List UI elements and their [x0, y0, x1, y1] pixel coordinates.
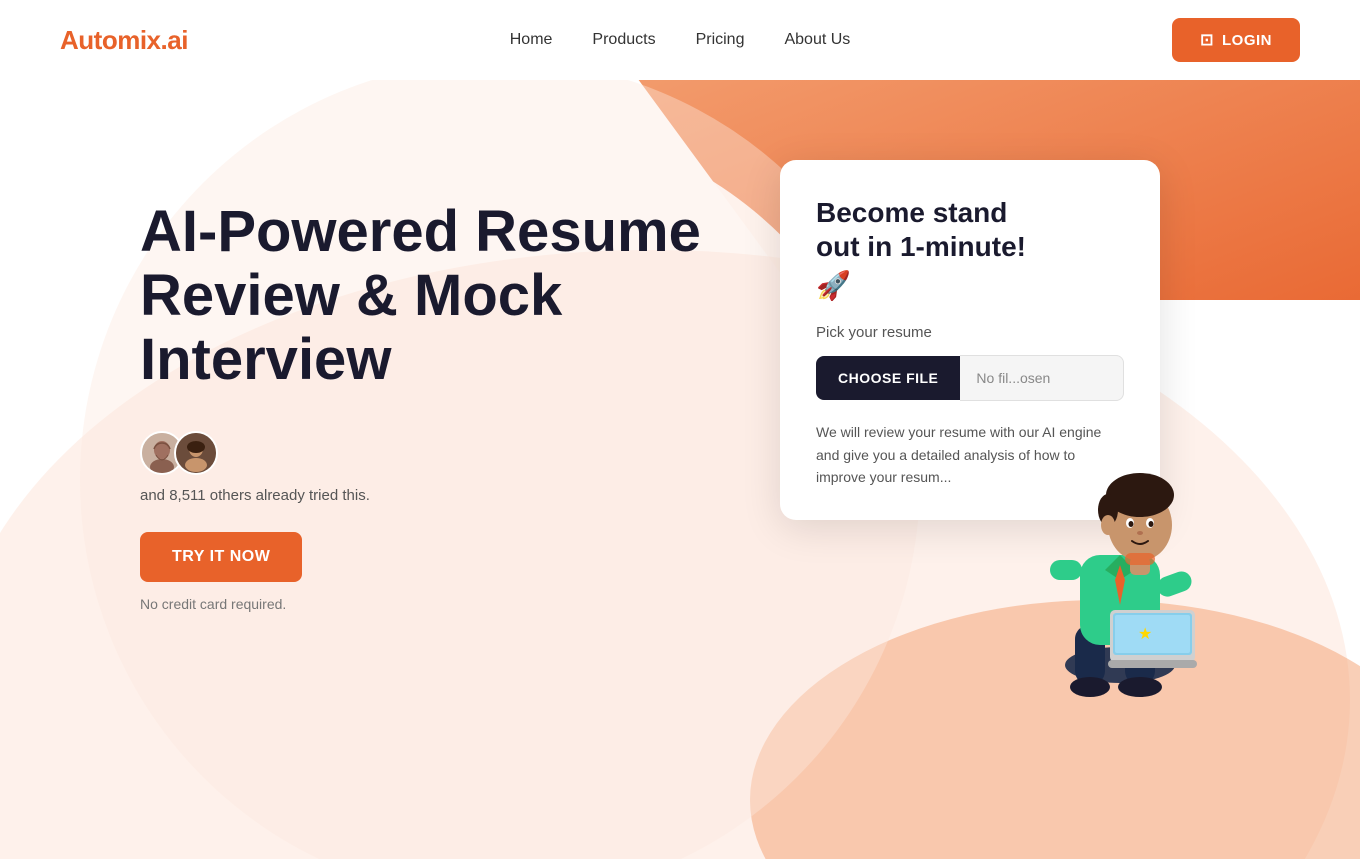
navbar: Automix.ai Home Products Pricing About U…: [0, 0, 1360, 80]
card-title: Become stand out in 1-minute!: [816, 196, 1124, 263]
hero-left: AI-Powered Resume Review & Mock Intervie…: [140, 140, 720, 614]
file-name-display: No fil...osen: [960, 355, 1124, 401]
nav-about[interactable]: About Us: [784, 31, 850, 49]
nav-home-link[interactable]: Home: [510, 31, 553, 48]
person-illustration: ★: [1020, 395, 1240, 720]
no-credit-card-text: No credit card required.: [140, 596, 286, 612]
nav-links: Home Products Pricing About Us: [510, 31, 851, 49]
avatars-group: [140, 431, 218, 475]
nav-about-link[interactable]: About Us: [784, 31, 850, 48]
file-input-row: CHOOSE FILE No fil...osen: [816, 355, 1124, 401]
login-button[interactable]: ⊡ LOGIN: [1172, 18, 1300, 62]
logo[interactable]: Automix.ai: [60, 25, 188, 56]
nav-products[interactable]: Products: [592, 31, 655, 49]
svg-text:★: ★: [1138, 626, 1152, 643]
hero-title: AI-Powered Resume Review & Mock Intervie…: [140, 200, 720, 391]
nav-home[interactable]: Home: [510, 31, 553, 49]
card-title-line1: Become stand: [816, 197, 1007, 228]
logo-o: o: [102, 25, 117, 55]
avatar-2: [174, 431, 218, 475]
avatars-row: [140, 431, 720, 475]
hero-section: AI-Powered Resume Review & Mock Intervie…: [0, 80, 1360, 860]
try-it-now-button[interactable]: TRY IT NOW: [140, 532, 302, 582]
rocket-emoji: 🚀: [816, 269, 1124, 302]
card-title-line2: out in 1-minute!: [816, 231, 1026, 262]
logo-text: Automix.ai: [60, 25, 188, 55]
nav-pricing-link[interactable]: Pricing: [696, 31, 745, 48]
pick-resume-label: Pick your resume: [816, 324, 1124, 341]
nav-products-link[interactable]: Products: [592, 31, 655, 48]
cta-area: TRY IT NOW No credit card required.: [140, 532, 720, 614]
social-proof-text: and 8,511 others already tried this.: [140, 487, 720, 504]
choose-file-button[interactable]: CHOOSE FILE: [816, 356, 960, 400]
nav-pricing[interactable]: Pricing: [696, 31, 745, 49]
login-icon: ⊡: [1200, 30, 1214, 50]
login-label: LOGIN: [1222, 32, 1272, 49]
hero-right: Become stand out in 1-minute! 🚀 Pick you…: [780, 140, 1160, 520]
